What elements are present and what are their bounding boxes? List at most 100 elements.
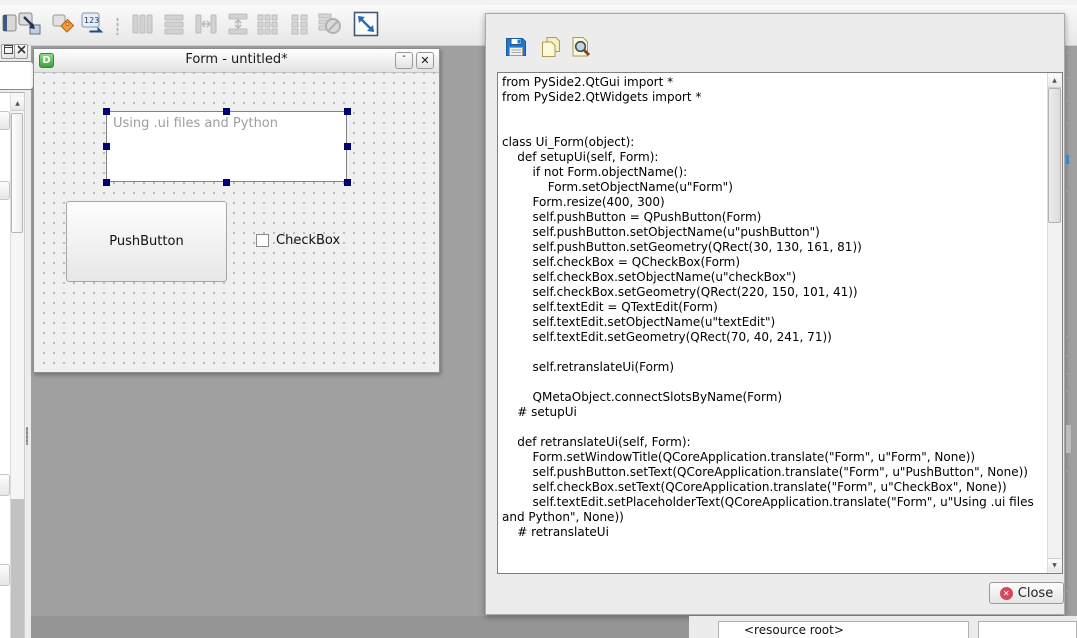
find-icon — [569, 35, 593, 63]
textedit-placeholder: Using .ui files and Python — [113, 116, 278, 131]
resource-root-item[interactable]: <resource root> — [718, 621, 969, 638]
pushbutton-widget[interactable]: PushButton — [66, 201, 227, 282]
checkbox-widget-indicator[interactable] — [256, 234, 269, 247]
code-line: from PySide2.QtGui import * — [502, 75, 1048, 90]
code-line: QMetaObject.connectSlotsByName(Form) — [502, 390, 1048, 405]
code-line: # retranslateUi — [502, 525, 1048, 540]
code-line: and Python", None)) — [502, 510, 1048, 525]
svg-text:123: 123 — [84, 16, 99, 25]
code-line: self.textEdit = QTextEdit(Form) — [502, 300, 1048, 315]
selection-handle-bottom-right[interactable] — [344, 179, 351, 186]
scroll-up-icon[interactable]: ▲ — [11, 97, 24, 111]
edge-mark — [1066, 336, 1071, 338]
widget-category-item[interactable] — [0, 564, 10, 586]
layout-form-icon — [287, 11, 313, 41]
layout-horizontally-icon — [129, 11, 155, 41]
code-line: self.checkBox.setObjectName(u"checkBox") — [502, 270, 1048, 285]
close-red-icon: ✕ — [1000, 587, 1013, 600]
layout-vertically-splitter-icon — [225, 11, 251, 41]
code-line: self.textEdit.setObjectName(u"textEdit") — [502, 315, 1048, 330]
edit-buddies-button[interactable] — [50, 12, 78, 40]
adjust-size-button[interactable] — [352, 12, 380, 40]
form-close-button[interactable]: ✕ — [416, 52, 434, 69]
scroll-up-icon[interactable]: ▲ — [1048, 74, 1061, 88]
selection-handle-top[interactable] — [223, 108, 230, 115]
splitter-handle[interactable] — [26, 427, 28, 445]
form-window-titlebar[interactable]: D Form - untitled* - ✕ — [34, 49, 439, 73]
toolbar-separator — [116, 17, 119, 35]
widget-box-panel: ▲ — [0, 92, 25, 638]
code-line: self.pushButton = QPushButton(Form) — [502, 210, 1048, 225]
copy-icon — [539, 35, 563, 63]
close-dialog-button[interactable]: ✕ Close — [989, 582, 1064, 604]
layout-grid-button — [254, 12, 282, 40]
layout-vertically-splitter-button — [224, 12, 252, 40]
code-line: self.pushButton.setGeometry(QRect(30, 13… — [502, 240, 1048, 255]
form-minimize-button[interactable]: - — [395, 52, 413, 69]
code-line: self.pushButton.setObjectName(u"pushButt… — [502, 225, 1048, 240]
layout-horizontally-splitter-icon — [193, 11, 219, 41]
edge-selection-mark — [1066, 155, 1069, 164]
selection-handle-bottom[interactable] — [223, 179, 230, 186]
layout-form-button — [286, 12, 314, 40]
layout-horizontally-button — [128, 12, 156, 40]
code-text[interactable]: from PySide2.QtGui import *from PySide2.… — [498, 73, 1048, 573]
widget-box-close-button[interactable] — [14, 44, 28, 59]
code-line — [502, 375, 1048, 390]
view-code-dialog: from PySide2.QtGui import *from PySide2.… — [485, 13, 1065, 615]
dock-close-icon — [17, 47, 26, 56]
edit-tab-order-button[interactable]: 123 — [80, 12, 108, 40]
widget-box-scroll-thumb[interactable] — [11, 113, 23, 233]
form-window-title: Form - untitled* — [34, 52, 439, 67]
selection-handle-bottom-left[interactable] — [103, 179, 110, 186]
widget-category-item[interactable] — [0, 474, 10, 496]
code-line: from PySide2.QtWidgets import * — [502, 90, 1048, 105]
resource-browser: <resource root> — [689, 616, 1077, 638]
code-line — [502, 345, 1048, 360]
edit-signals-slots-icon — [17, 11, 43, 41]
widget-category-item[interactable] — [0, 111, 10, 130]
textedit-widget[interactable]: Using .ui files and Python — [106, 111, 347, 182]
edge-scroll-block — [1066, 425, 1071, 453]
code-line: def setupUi(self, Form): — [502, 150, 1048, 165]
edit-buddies-icon — [51, 11, 77, 41]
pushbutton-label: PushButton — [109, 234, 183, 249]
edge-mark — [1066, 122, 1071, 124]
code-line: def retranslateUi(self, Form): — [502, 435, 1048, 450]
code-line: class Ui_Form(object): — [502, 135, 1048, 150]
selection-handle-top-left[interactable] — [103, 108, 110, 115]
code-line — [502, 120, 1048, 135]
widget-box-scrollbar[interactable]: ▲ — [10, 93, 24, 638]
checkbox-widget-label[interactable]: CheckBox — [276, 233, 340, 248]
mdi-area-bottom — [31, 616, 689, 638]
code-line: if not Form.objectName(): — [502, 165, 1048, 180]
save-code-button[interactable] — [503, 36, 529, 62]
code-line: self.textEdit.setGeometry(QRect(70, 40, … — [502, 330, 1048, 345]
edge-mark — [1066, 52, 1071, 54]
code-line: self.retranslateUi(Form) — [502, 360, 1048, 375]
close-button-label: Close — [1018, 586, 1053, 601]
layout-grid-icon — [255, 11, 281, 41]
code-scrollbar[interactable]: ▲ ▼ — [1047, 73, 1062, 573]
code-line: Form.resize(400, 300) — [502, 195, 1048, 210]
scroll-down-icon[interactable]: ▼ — [1048, 558, 1061, 572]
form-designer-window: D Form - untitled* - ✕ Using .ui files a… — [33, 48, 440, 373]
widget-category-item[interactable] — [0, 181, 10, 200]
selection-handle-left[interactable] — [103, 143, 110, 150]
widget-box-scroll-block — [11, 499, 24, 638]
find-in-code-button[interactable] — [568, 36, 594, 62]
selection-handle-top-right[interactable] — [344, 108, 351, 115]
edge-mark — [1066, 100, 1071, 102]
widget-box-float-button[interactable] — [1, 44, 15, 59]
adjust-size-icon — [353, 11, 379, 41]
layout-horizontally-splitter-button — [192, 12, 220, 40]
code-view[interactable]: from PySide2.QtGui import *from PySide2.… — [497, 72, 1063, 574]
code-scroll-thumb[interactable] — [1048, 88, 1061, 223]
widget-filter-input[interactable] — [0, 61, 34, 90]
selection-handle-right[interactable] — [344, 143, 351, 150]
edge-mark — [1066, 590, 1071, 592]
edge-mark — [1066, 390, 1071, 392]
copy-code-button[interactable] — [538, 36, 564, 62]
edit-tab-order-icon: 123 — [80, 11, 108, 41]
edit-signals-slots-button[interactable] — [16, 12, 44, 40]
